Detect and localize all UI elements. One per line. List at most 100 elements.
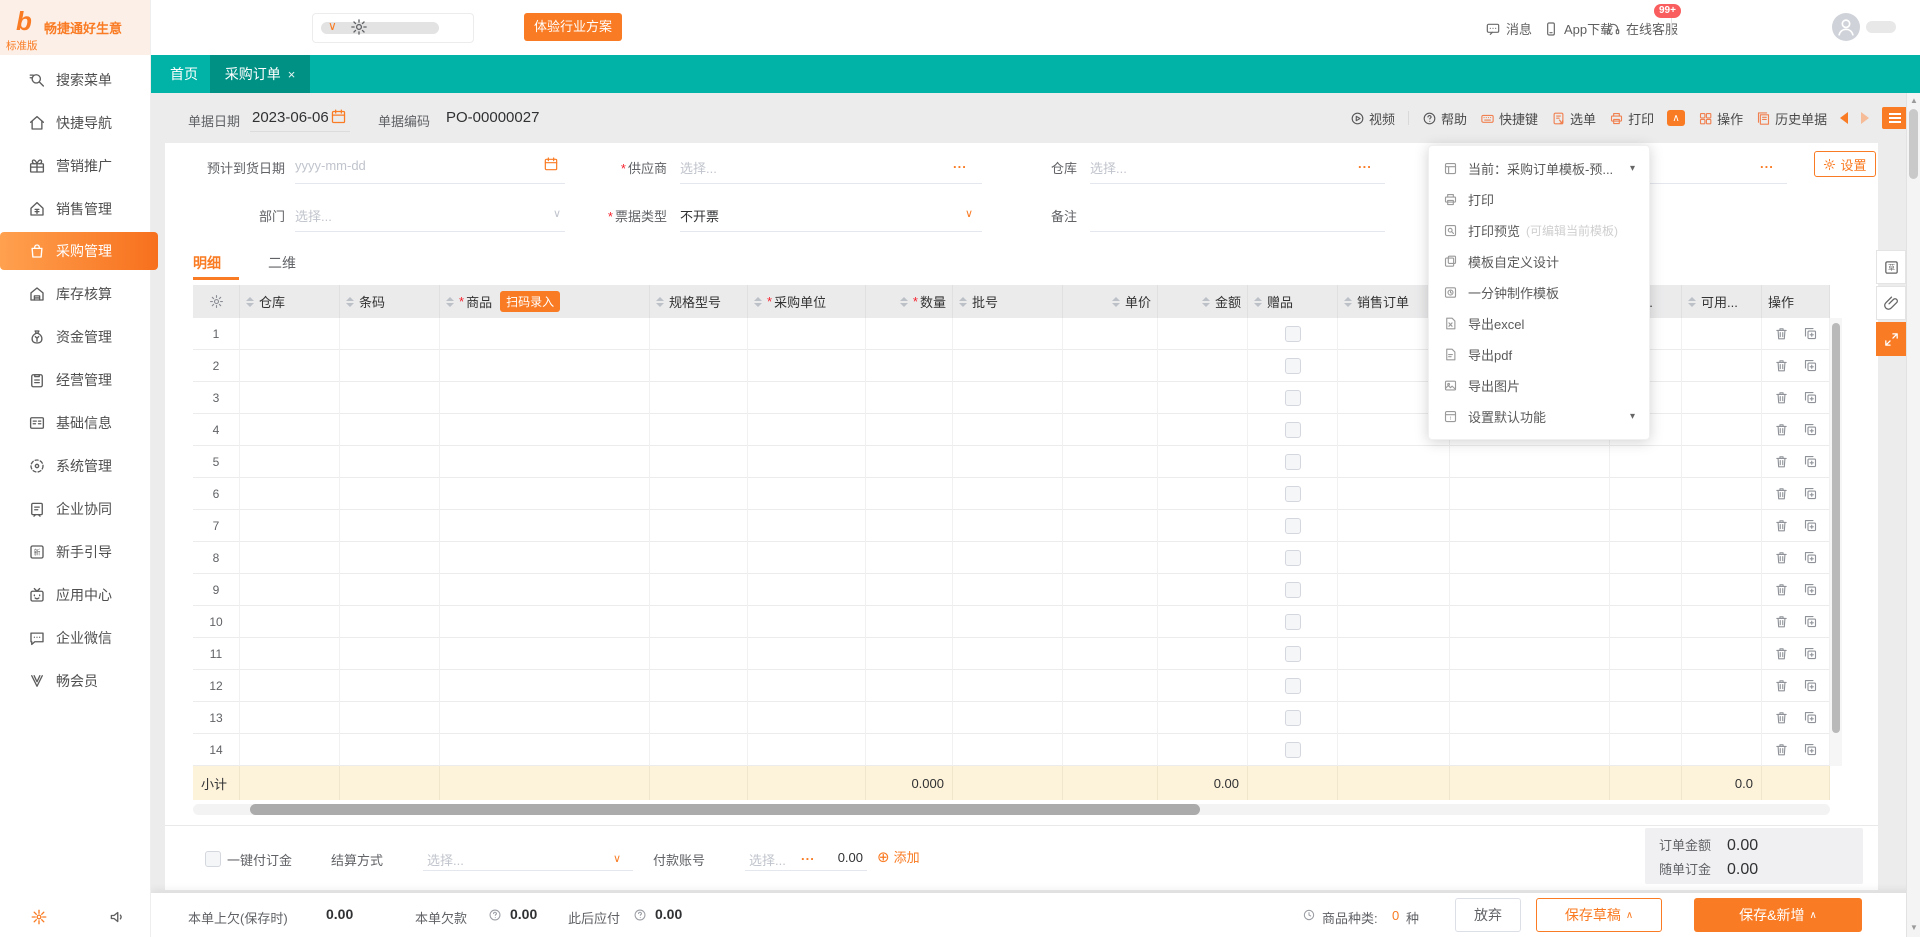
sidebar-item-14[interactable]: 畅会员	[0, 659, 150, 702]
column-header-商品[interactable]: * 商品 扫码录入	[440, 285, 650, 318]
list-view-toggle[interactable]	[1882, 107, 1909, 129]
column-header-条码[interactable]: 条码	[340, 285, 440, 318]
scrollbar-thumb[interactable]	[1909, 109, 1918, 179]
sort-icon[interactable]	[656, 296, 664, 307]
chevron-down-icon[interactable]: ∨	[328, 19, 337, 33]
settings-flower-icon[interactable]	[30, 908, 48, 926]
sidebar-item-1[interactable]: 快捷导航	[0, 101, 150, 144]
sort-icon[interactable]	[899, 296, 908, 307]
copy-row-icon[interactable]	[1803, 518, 1818, 533]
sidebar-item-2[interactable]: 营销推广	[0, 144, 150, 187]
copy-row-icon[interactable]	[1803, 614, 1818, 629]
sort-icon[interactable]	[346, 296, 354, 307]
gift-checkbox[interactable]	[1284, 421, 1301, 438]
print-menu-item-8[interactable]: 设置默认功能 ▾	[1429, 401, 1649, 432]
delete-row-icon[interactable]	[1774, 454, 1789, 469]
gear-icon[interactable]	[350, 18, 368, 36]
settings-button[interactable]: 设置	[1814, 151, 1876, 177]
page-scrollbar[interactable]: ▲ ▼	[1906, 93, 1920, 937]
delete-row-icon[interactable]	[1774, 358, 1789, 373]
app-download-link[interactable]: App下载	[1543, 19, 1613, 38]
pay-amount-value[interactable]: 0.00	[815, 850, 863, 865]
sort-icon[interactable]	[246, 296, 254, 307]
column-header-金额[interactable]: 金额	[1158, 285, 1248, 318]
sort-icon[interactable]	[1201, 296, 1210, 307]
print-menu-item-0[interactable]: 当前：采购订单模板-预... ▾	[1429, 153, 1649, 184]
prev-doc-icon[interactable]	[1840, 112, 1849, 124]
experience-plan-button[interactable]: 体验行业方案	[524, 13, 623, 41]
sidebar-item-8[interactable]: 基础信息	[0, 401, 150, 444]
column-header-规格型号[interactable]: 规格型号	[650, 285, 748, 318]
gift-checkbox[interactable]	[1284, 645, 1301, 662]
copy-row-icon[interactable]	[1803, 358, 1818, 373]
history-action[interactable]: 历史单据	[1756, 109, 1827, 128]
copy-row-icon[interactable]	[1803, 486, 1818, 501]
expand-side-button[interactable]	[1876, 322, 1906, 356]
chevron-down-icon[interactable]: ∨	[965, 207, 973, 220]
scroll-up-icon[interactable]: ▲	[1907, 96, 1920, 105]
gift-checkbox[interactable]	[1284, 453, 1301, 470]
grid-settings-icon[interactable]	[209, 294, 224, 309]
question-icon[interactable]	[633, 908, 647, 922]
tab-2d[interactable]: 二维	[268, 253, 296, 273]
sort-icon[interactable]	[1688, 296, 1696, 307]
delete-row-icon[interactable]	[1774, 486, 1789, 501]
copy-row-icon[interactable]	[1803, 646, 1818, 661]
print-action[interactable]: 打印	[1609, 109, 1654, 128]
gift-checkbox[interactable]	[1284, 741, 1301, 758]
print-menu-item-2[interactable]: 打印预览 (可编辑当前模板)	[1429, 215, 1649, 246]
column-header-赠品[interactable]: 赠品	[1248, 285, 1338, 318]
copy-row-icon[interactable]	[1803, 582, 1818, 597]
attachment-side-button[interactable]	[1876, 286, 1906, 320]
doc-date-value[interactable]: 2023-06-06	[252, 109, 329, 126]
gift-checkbox[interactable]	[1284, 485, 1301, 502]
print-menu-item-3[interactable]: 模板自定义设计	[1429, 246, 1649, 277]
print-menu-item-6[interactable]: 导出pdf	[1429, 339, 1649, 370]
tab-purchase-order[interactable]: 采购订单 ×	[210, 55, 310, 93]
scroll-down-icon[interactable]: ▼	[1907, 923, 1920, 932]
discard-button[interactable]: 放弃	[1455, 898, 1521, 932]
operations-action[interactable]: 操作	[1698, 109, 1743, 128]
draft-side-button[interactable]: 草	[1876, 250, 1906, 284]
sort-icon[interactable]	[959, 296, 967, 307]
scan-input-button[interactable]: 扫码录入	[500, 291, 561, 312]
hscroll-thumb[interactable]	[250, 804, 1200, 815]
grid-vertical-scrollbar[interactable]	[1830, 318, 1842, 766]
gift-checkbox[interactable]	[1284, 325, 1301, 342]
add-payment-button[interactable]: ⊕ 添加	[877, 847, 920, 866]
delete-row-icon[interactable]	[1774, 518, 1789, 533]
copy-row-icon[interactable]	[1803, 326, 1818, 341]
sort-icon[interactable]	[1344, 296, 1352, 307]
expected-date-input[interactable]: yyyy-mm-dd	[295, 158, 366, 173]
pay-account-select[interactable]: 选择...	[749, 850, 786, 869]
gift-checkbox[interactable]	[1284, 357, 1301, 374]
next-doc-icon[interactable]	[1861, 112, 1870, 124]
sidebar-item-10[interactable]: 企业协同	[0, 487, 150, 530]
delete-row-icon[interactable]	[1774, 678, 1789, 693]
delete-row-icon[interactable]	[1774, 614, 1789, 629]
close-tab-icon[interactable]: ×	[288, 67, 296, 82]
print-menu-item-7[interactable]: 导出图片	[1429, 370, 1649, 401]
column-header-批号[interactable]: 批号	[953, 285, 1063, 318]
delete-row-icon[interactable]	[1774, 550, 1789, 565]
messages-link[interactable]: 消息	[1485, 19, 1532, 38]
sidebar-item-9[interactable]: 系统管理	[0, 444, 150, 487]
copy-row-icon[interactable]	[1803, 742, 1818, 757]
gift-checkbox[interactable]	[1284, 517, 1301, 534]
copy-row-icon[interactable]	[1803, 454, 1818, 469]
save-draft-button[interactable]: 保存草稿 ∧	[1536, 898, 1662, 932]
grid-horizontal-scrollbar[interactable]	[193, 804, 1830, 815]
print-menu-item-5[interactable]: 导出excel	[1429, 308, 1649, 339]
hidden-field-picker-dots[interactable]: ...	[1760, 156, 1774, 171]
print-menu-toggle[interactable]: ∧	[1667, 110, 1686, 126]
sort-icon[interactable]	[1111, 296, 1120, 307]
online-support-link[interactable]: 在线客服	[1605, 19, 1678, 38]
help-action[interactable]: 帮助	[1422, 109, 1467, 128]
tab-detail[interactable]: 明细	[193, 253, 221, 273]
delete-row-icon[interactable]	[1774, 646, 1789, 661]
chevron-down-icon[interactable]: ∨	[553, 207, 561, 220]
sidebar-item-0[interactable]: 搜索菜单	[0, 58, 150, 101]
warehouse-input[interactable]: 选择...	[1090, 158, 1127, 177]
sidebar-item-13[interactable]: 企业微信	[0, 616, 150, 659]
sort-icon[interactable]	[754, 296, 762, 307]
